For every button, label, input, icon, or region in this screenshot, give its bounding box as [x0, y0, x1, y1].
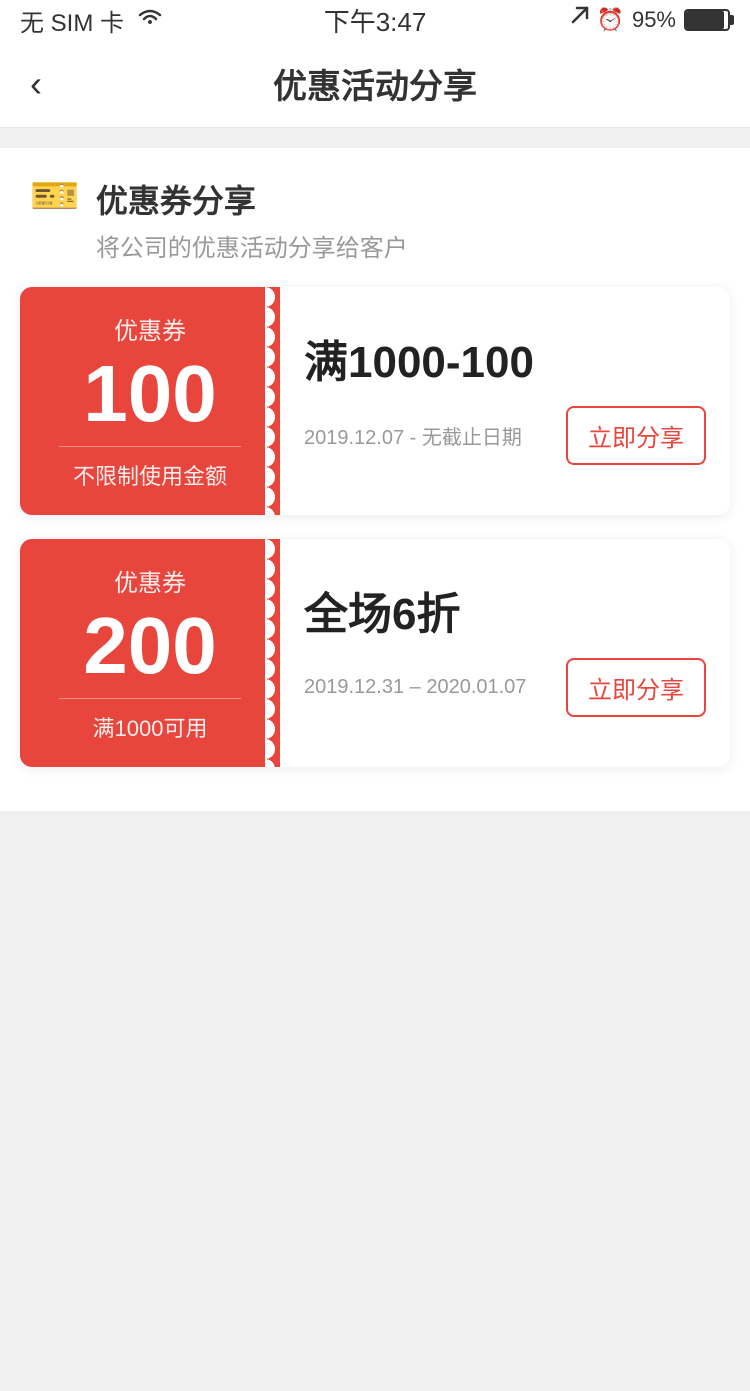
status-right: ⏰ 95%	[571, 6, 730, 34]
coupon-divider-line-2	[59, 698, 241, 699]
coupon-card-1: 优惠券 100 不限制使用金额 满1000-100 2019.12.07 - 无…	[20, 287, 730, 515]
coupon-card-2: 优惠券 200 满1000可用 全场6折 2019.12.31 – 2020.0…	[20, 539, 730, 767]
coupon-name-2: 全场6折	[304, 589, 706, 642]
section-text-group: 优惠券分享 将公司的优惠活动分享给客户	[96, 176, 408, 263]
coupon-left-1: 优惠券 100 不限制使用金额	[20, 287, 280, 515]
status-bar: 无 SIM 卡 下午3:47 ⏰ 95%	[0, 0, 750, 40]
section-title: 优惠券分享	[96, 176, 408, 222]
section-header: 🎫 优惠券分享 将公司的优惠活动分享给客户	[0, 148, 750, 287]
coupon-bottom-row-1: 2019.12.07 - 无截止日期 立即分享	[304, 406, 706, 465]
location-icon	[571, 6, 589, 34]
coupon-condition-1: 不限制使用金额	[73, 459, 227, 491]
coupon-bottom-row-2: 2019.12.31 – 2020.01.07 立即分享	[304, 658, 706, 717]
coupon-date-1: 2019.12.07 - 无截止日期	[304, 421, 556, 450]
coupon-label-1: 优惠券	[114, 311, 186, 346]
coupon-right-2: 全场6折 2019.12.31 – 2020.01.07 立即分享	[280, 539, 730, 767]
coupon-name-1: 满1000-100	[304, 337, 706, 390]
alarm-icon: ⏰	[597, 7, 624, 33]
coupon-section-icon: 🎫	[30, 176, 80, 216]
carrier-text: 无 SIM 卡	[20, 3, 124, 38]
coupon-condition-2: 满1000可用	[93, 711, 208, 743]
coupon-right-1: 满1000-100 2019.12.07 - 无截止日期 立即分享	[280, 287, 730, 515]
coupon-left-2: 优惠券 200 满1000可用	[20, 539, 280, 767]
coupon-value-2: 200	[83, 606, 216, 686]
back-button[interactable]: ‹	[30, 63, 42, 105]
nav-title: 优惠活动分享	[273, 59, 477, 108]
coupon-value-1: 100	[83, 354, 216, 434]
status-time: 下午3:47	[324, 2, 427, 39]
wifi-icon	[136, 6, 164, 35]
battery-percent: 95%	[632, 7, 676, 33]
section-subtitle: 将公司的优惠活动分享给客户	[96, 228, 408, 263]
coupon-list: 优惠券 100 不限制使用金额 满1000-100 2019.12.07 - 无…	[0, 287, 750, 811]
coupon-date-2: 2019.12.31 – 2020.01.07	[304, 676, 556, 699]
status-left: 无 SIM 卡	[20, 3, 164, 38]
coupon-label-2: 优惠券	[114, 563, 186, 598]
top-divider	[0, 128, 750, 148]
battery-icon	[684, 9, 730, 31]
share-button-2[interactable]: 立即分享	[566, 658, 706, 717]
empty-space	[0, 811, 750, 1391]
nav-bar: ‹ 优惠活动分享	[0, 40, 750, 128]
coupon-divider-line-1	[59, 446, 241, 447]
share-button-1[interactable]: 立即分享	[566, 406, 706, 465]
